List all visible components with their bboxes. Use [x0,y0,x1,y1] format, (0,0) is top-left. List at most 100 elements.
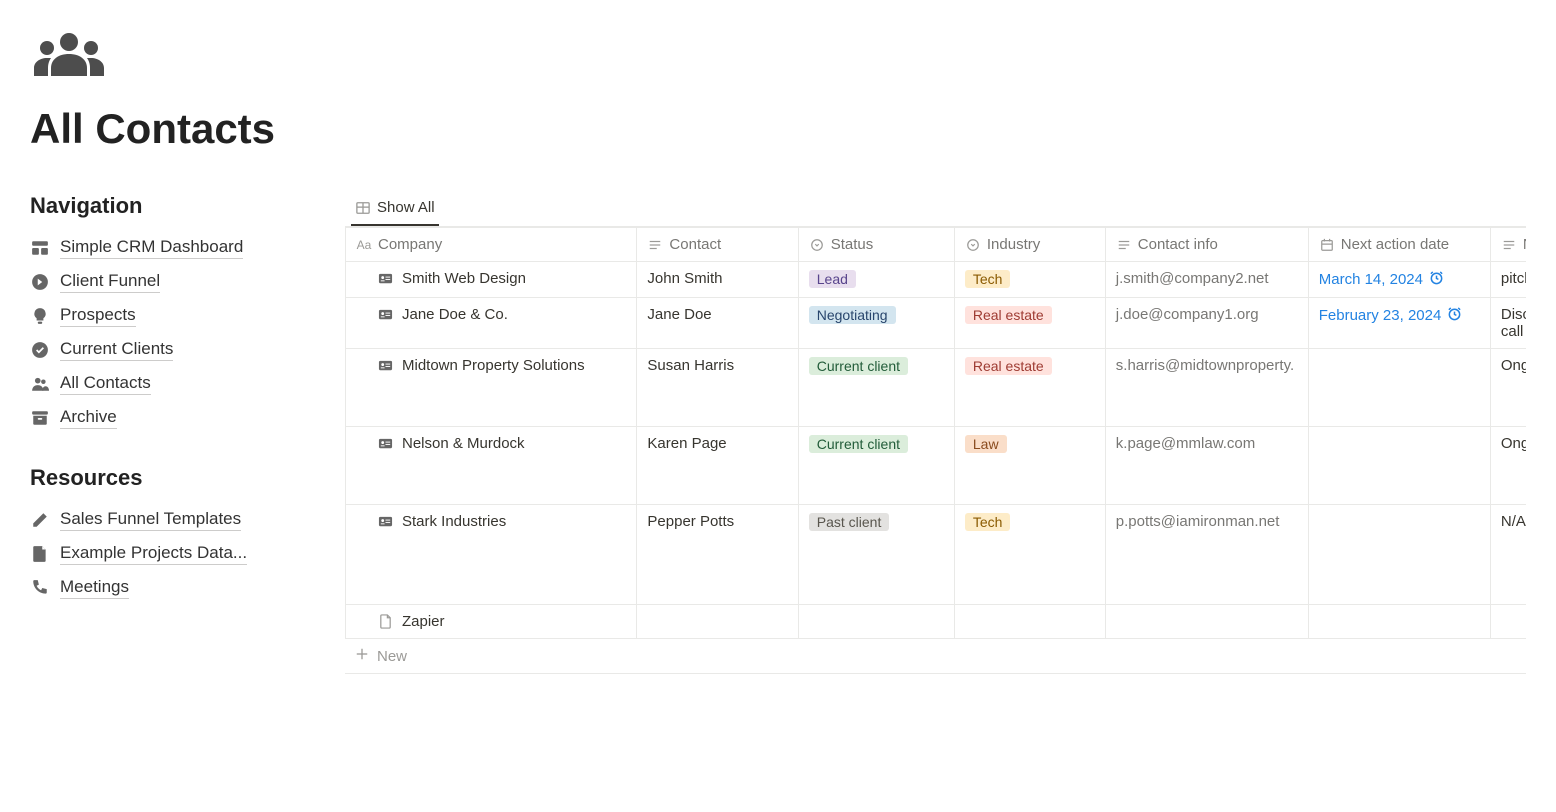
column-header-contact[interactable]: Contact [637,228,798,262]
next-action-date[interactable]: March 14, 2024 [1319,270,1480,289]
industry-tag: Real estate [965,357,1052,375]
cell-contact[interactable]: Susan Harris [637,349,798,427]
cell-contact-info[interactable]: p.potts@iamironman.net [1105,505,1308,605]
nav-item-label: Prospects [60,305,136,327]
cell-industry[interactable]: Real estate [954,298,1105,349]
card-icon [378,514,394,530]
cell-contact[interactable]: Pepper Potts [637,505,798,605]
cell-next[interactable]: Discovecall you [1490,298,1526,349]
table-row[interactable]: Jane Doe & Co. Jane Doe Negotiating Real es… [346,298,1527,349]
cell-next[interactable]: N/A [1490,505,1526,605]
card-icon [378,271,394,287]
column-header-status[interactable]: Status [798,228,954,262]
cell-next[interactable]: pitch [1490,262,1526,298]
cell-next[interactable]: Ongoin [1490,349,1526,427]
phone-icon [30,578,50,598]
res-item-label: Example Projects Data... [60,543,247,565]
cell-company[interactable]: Stark Industries [346,505,637,605]
res-item-0[interactable]: Sales Funnel Templates [30,503,315,537]
table-row[interactable]: Midtown Property Solutions Susan HarrisCu… [346,349,1527,427]
cell-company[interactable]: Midtown Property Solutions [346,349,637,427]
status-tag: Lead [809,270,856,288]
nav-item-5[interactable]: Archive [30,401,315,435]
nav-item-2[interactable]: Prospects [30,299,315,333]
archive-icon [30,408,50,428]
nav-item-0[interactable]: Simple CRM Dashboard [30,231,315,265]
cell-status[interactable]: Current client [798,349,954,427]
cell-next-date[interactable] [1308,605,1490,639]
cell-contact[interactable]: Karen Page [637,427,798,505]
company-name: Nelson & Murdock [402,435,525,452]
cell-status[interactable]: Current client [798,427,954,505]
cell-status[interactable]: Negotiating [798,298,954,349]
cell-company[interactable]: Zapier [346,605,637,639]
cell-contact[interactable]: Jane Doe [637,298,798,349]
nav-item-label: Current Clients [60,339,173,361]
status-tag: Current client [809,435,908,453]
cell-status[interactable]: Past client [798,505,954,605]
cell-company[interactable]: Nelson & Murdock [346,427,637,505]
cell-contact[interactable] [637,605,798,639]
card-icon [378,307,394,323]
column-header-contact-info[interactable]: Contact info [1105,228,1308,262]
table-row[interactable]: Nelson & Murdock Karen Page Current client… [346,427,1527,505]
col-type-icon: Aa [356,237,372,253]
col-type-icon [809,237,825,253]
cell-industry[interactable]: Tech [954,505,1105,605]
cell-contact-info[interactable]: k.page@mmlaw.com [1105,427,1308,505]
file-icon [30,544,50,564]
company-name: Midtown Property Solutions [402,357,585,374]
cell-industry[interactable]: Real estate [954,349,1105,427]
cell-status[interactable]: Lead [798,262,954,298]
cell-contact-info[interactable] [1105,605,1308,639]
table-row[interactable]: Smith Web DesignJohn Smith Lead Tech j.smit… [346,262,1527,298]
cell-company[interactable]: Jane Doe & Co. [346,298,637,349]
cell-next-date[interactable] [1308,349,1490,427]
view-tabs: Show All [345,193,1526,227]
column-label: Company [378,236,442,253]
column-header-company[interactable]: Aa Company [346,228,637,262]
cell-next-date[interactable] [1308,505,1490,605]
next-action-date[interactable]: February 23, 2024 [1319,306,1480,325]
cell-next[interactable] [1490,605,1526,639]
view-tab-show-all[interactable]: Show All [351,193,439,226]
res-item-1[interactable]: Example Projects Data... [30,537,315,571]
lightbulb-icon [30,306,50,326]
nav-item-4[interactable]: All Contacts [30,367,315,401]
cell-industry[interactable]: Law [954,427,1105,505]
industry-tag: Real estate [965,306,1052,324]
company-name: Zapier [402,613,445,630]
column-label: Nex [1523,236,1526,253]
cell-contact[interactable]: John Smith [637,262,798,298]
column-header-industry[interactable]: Industry [954,228,1105,262]
column-header-nex[interactable]: Nex [1490,228,1526,262]
cell-next[interactable]: Ongoin [1490,427,1526,505]
industry-tag: Tech [965,270,1011,288]
company-name: Jane Doe & Co. [402,306,508,323]
status-tag: Past client [809,513,890,531]
table-row[interactable]: Stark IndustriesPepper Potts Past client T… [346,505,1527,605]
cell-contact-info[interactable]: j.doe@company1.org [1105,298,1308,349]
cell-industry[interactable] [954,605,1105,639]
cell-next-date[interactable]: March 14, 2024 [1308,262,1490,298]
cell-contact-info[interactable]: j.smith@company2.net [1105,262,1308,298]
view-tab-label: Show All [377,199,435,216]
cell-industry[interactable]: Tech [954,262,1105,298]
cell-next-date[interactable]: February 23, 2024 [1308,298,1490,349]
cell-contact-info[interactable]: s.harris@midtownproperty. [1105,349,1308,427]
new-row-button[interactable]: New [345,639,1526,674]
dashboard-icon [30,238,50,258]
cell-company[interactable]: Smith Web Design [346,262,637,298]
cell-status[interactable] [798,605,954,639]
column-header-next-action-date[interactable]: Next action date [1308,228,1490,262]
table-row[interactable]: Zapier [346,605,1527,639]
nav-item-3[interactable]: Current Clients [30,333,315,367]
status-tag: Negotiating [809,306,896,324]
column-label: Industry [987,236,1040,253]
cell-next-date[interactable] [1308,427,1490,505]
nav-item-1[interactable]: Client Funnel [30,265,315,299]
col-type-icon [965,237,981,253]
column-label: Contact [669,236,721,253]
res-item-2[interactable]: Meetings [30,571,315,605]
new-row-label: New [377,648,407,665]
